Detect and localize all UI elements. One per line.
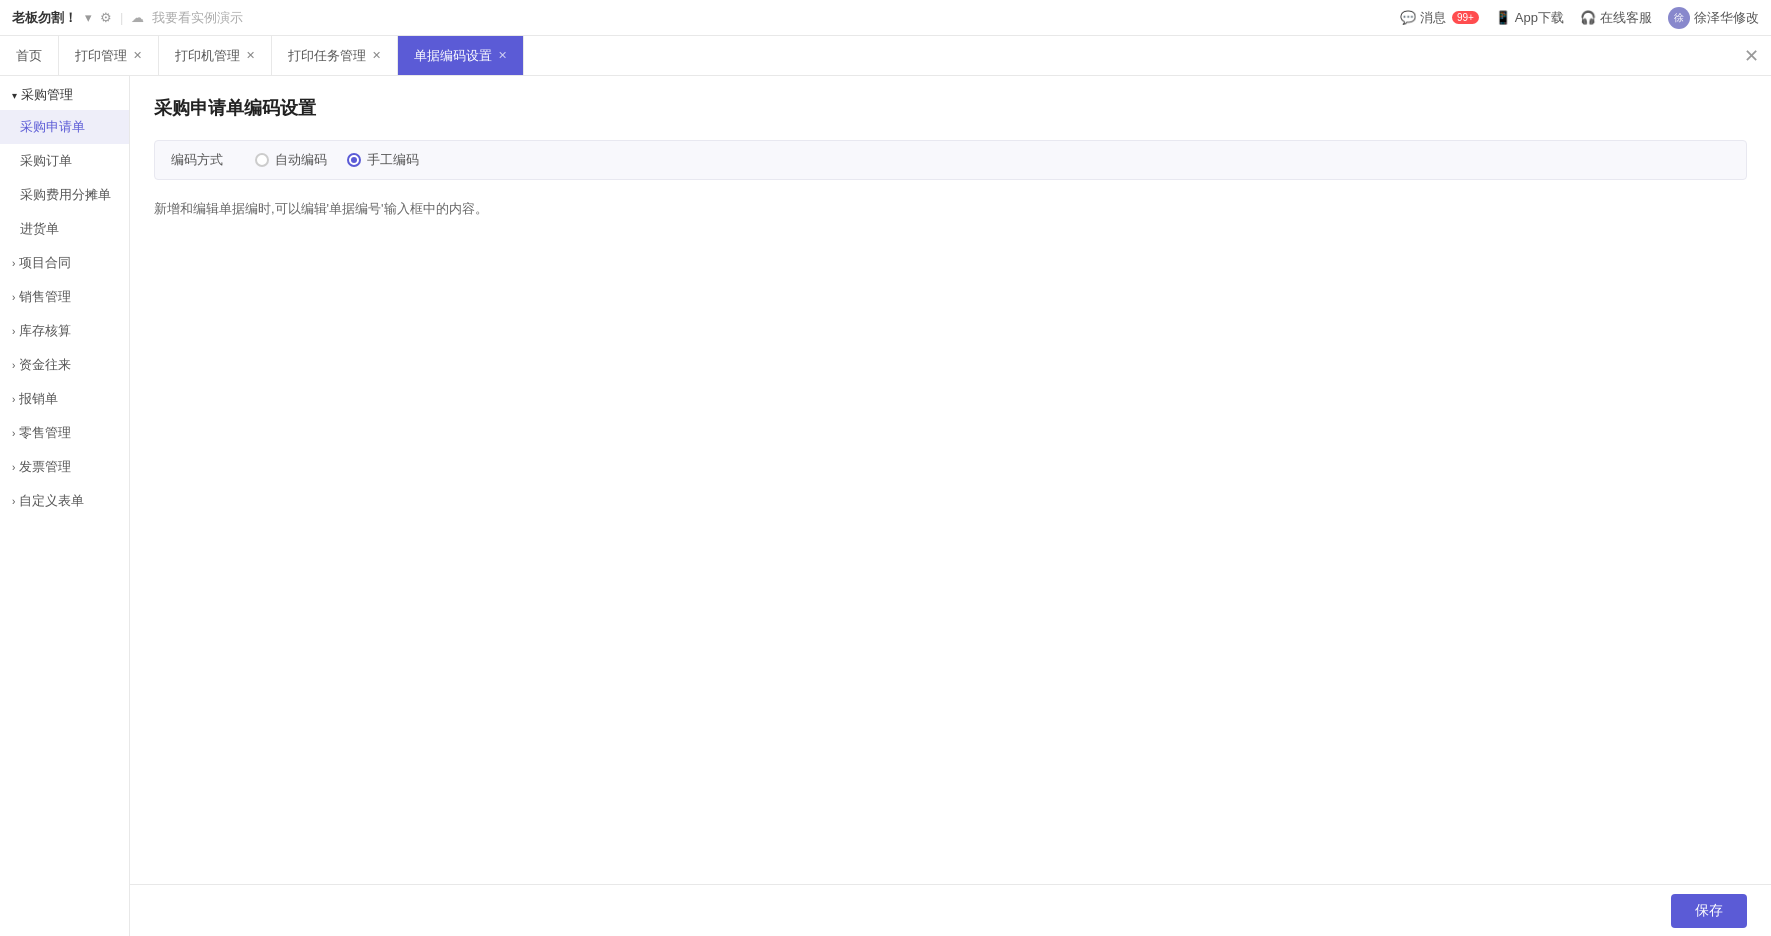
search-text[interactable]: 我要看实例演示 — [152, 9, 243, 27]
tab-printer-management-close[interactable]: ✕ — [246, 49, 255, 62]
phone-icon: 📱 — [1495, 10, 1511, 25]
sidebar: ▾ 采购管理 采购申请单 采购订单 采购费用分摊单 进货单 › 项目合同 › 销… — [0, 76, 130, 936]
chevron-down-icon: ▾ — [12, 90, 17, 101]
tab-printer-management[interactable]: 打印机管理 ✕ — [159, 36, 272, 75]
sidebar-section-retail[interactable]: › 零售管理 — [0, 416, 129, 450]
tab-barcode-settings[interactable]: 单据编码设置 ✕ — [398, 36, 524, 75]
tab-print-task-label: 打印任务管理 — [288, 47, 366, 65]
tab-home[interactable]: 首页 — [0, 36, 59, 75]
radio-auto-circle[interactable] — [255, 153, 269, 167]
top-bar: 老板勿割！ ▾ ⚙ | ☁ 我要看实例演示 💬 消息 99+ 📱 App下载 🎧… — [0, 0, 1771, 36]
radio-manual-circle[interactable] — [347, 153, 361, 167]
sidebar-section-project-label: 项目合同 — [19, 254, 71, 272]
customer-service-button[interactable]: 🎧 在线客服 — [1580, 9, 1652, 27]
page-title: 采购申请单编码设置 — [154, 96, 1747, 120]
tab-home-label: 首页 — [16, 47, 42, 65]
tab-bar-close[interactable]: ✕ — [1732, 36, 1771, 75]
encoding-method-row: 编码方式 自动编码 手工编码 — [154, 140, 1747, 180]
chevron-right-icon-sales: › — [12, 292, 15, 303]
sidebar-item-goods-receipt[interactable]: 进货单 — [0, 212, 129, 246]
main-layout: ▾ 采购管理 采购申请单 采购订单 采购费用分摊单 进货单 › 项目合同 › 销… — [0, 76, 1771, 936]
radio-manual-encoding[interactable]: 手工编码 — [347, 151, 419, 169]
sidebar-section-invoice[interactable]: › 发票管理 — [0, 450, 129, 484]
sidebar-section-purchase[interactable]: ▾ 采购管理 — [0, 76, 129, 110]
headset-icon: 🎧 — [1580, 10, 1596, 25]
messages-label: 消息 — [1420, 9, 1446, 27]
sidebar-section-expense[interactable]: › 报销单 — [0, 382, 129, 416]
sidebar-item-purchase-order[interactable]: 采购订单 — [0, 144, 129, 178]
chevron-right-icon-project: › — [12, 258, 15, 269]
sidebar-item-purchase-order-label: 采购订单 — [20, 153, 72, 168]
chevron-right-icon-invoice: › — [12, 462, 15, 473]
radio-group: 自动编码 手工编码 — [255, 151, 419, 169]
encoding-label: 编码方式 — [171, 151, 223, 169]
sidebar-section-inventory-label: 库存核算 — [19, 322, 71, 340]
tab-spacer — [524, 36, 1732, 75]
customer-service-label: 在线客服 — [1600, 9, 1652, 27]
sidebar-section-custom-label: 自定义表单 — [19, 492, 84, 510]
content-inner: 采购申请单编码设置 编码方式 自动编码 手工编码 新增和编辑单据编时,可以编辑'… — [130, 76, 1771, 884]
messages-badge: 99+ — [1452, 11, 1479, 24]
sidebar-section-custom-form[interactable]: › 自定义表单 — [0, 484, 129, 518]
tab-bar: 首页 打印管理 ✕ 打印机管理 ✕ 打印任务管理 ✕ 单据编码设置 ✕ ✕ — [0, 36, 1771, 76]
radio-auto-label: 自动编码 — [275, 151, 327, 169]
tab-print-management-close[interactable]: ✕ — [133, 49, 142, 62]
settings-icon[interactable]: ⚙ — [100, 10, 112, 25]
sidebar-section-purchase-label: 采购管理 — [21, 86, 73, 104]
save-button[interactable]: 保存 — [1671, 894, 1747, 928]
sidebar-section-retail-label: 零售管理 — [19, 424, 71, 442]
user-menu[interactable]: 徐 徐泽华修改 — [1668, 7, 1759, 29]
tab-printer-management-label: 打印机管理 — [175, 47, 240, 65]
sidebar-section-finance[interactable]: › 资金往来 — [0, 348, 129, 382]
sidebar-section-inventory[interactable]: › 库存核算 — [0, 314, 129, 348]
chevron-right-icon-custom: › — [12, 496, 15, 507]
divider: | — [120, 10, 123, 25]
chevron-right-icon-expense: › — [12, 394, 15, 405]
sidebar-section-expense-label: 报销单 — [19, 390, 58, 408]
content-footer: 保存 — [130, 884, 1771, 936]
sidebar-item-purchase-requisition[interactable]: 采购申请单 — [0, 110, 129, 144]
user-name: 徐泽华修改 — [1694, 9, 1759, 27]
sidebar-item-purchase-requisition-label: 采购申请单 — [20, 119, 85, 134]
tab-print-management[interactable]: 打印管理 ✕ — [59, 36, 159, 75]
radio-auto-encoding[interactable]: 自动编码 — [255, 151, 327, 169]
tab-print-management-label: 打印管理 — [75, 47, 127, 65]
top-bar-left: 老板勿割！ ▾ ⚙ | ☁ 我要看实例演示 — [12, 9, 243, 27]
cloud-icon: ☁ — [131, 10, 144, 25]
tab-barcode-settings-close[interactable]: ✕ — [498, 49, 507, 62]
logo-text: 老板勿割！ — [12, 9, 77, 27]
sidebar-section-project[interactable]: › 项目合同 — [0, 246, 129, 280]
sidebar-section-sales[interactable]: › 销售管理 — [0, 280, 129, 314]
chevron-right-icon-inventory: › — [12, 326, 15, 337]
sidebar-item-purchase-cost-label: 采购费用分摊单 — [20, 187, 111, 202]
chevron-right-icon-retail: › — [12, 428, 15, 439]
radio-manual-label: 手工编码 — [367, 151, 419, 169]
content-area: 采购申请单编码设置 编码方式 自动编码 手工编码 新增和编辑单据编时,可以编辑'… — [130, 76, 1771, 936]
sidebar-item-purchase-cost[interactable]: 采购费用分摊单 — [0, 178, 129, 212]
avatar-icon: 徐 — [1668, 7, 1690, 29]
chevron-right-icon-finance: › — [12, 360, 15, 371]
sidebar-item-goods-receipt-label: 进货单 — [20, 221, 59, 236]
top-bar-right: 💬 消息 99+ 📱 App下载 🎧 在线客服 徐 徐泽华修改 — [1400, 7, 1759, 29]
sidebar-section-finance-label: 资金往来 — [19, 356, 71, 374]
dropdown-icon[interactable]: ▾ — [85, 10, 92, 25]
sidebar-section-sales-label: 销售管理 — [19, 288, 71, 306]
app-download-label: App下载 — [1515, 9, 1564, 27]
messages-button[interactable]: 💬 消息 99+ — [1400, 9, 1479, 27]
tab-print-task[interactable]: 打印任务管理 ✕ — [272, 36, 398, 75]
message-icon: 💬 — [1400, 10, 1416, 25]
app-download-button[interactable]: 📱 App下载 — [1495, 9, 1564, 27]
hint-text: 新增和编辑单据编时,可以编辑'单据编号'输入框中的内容。 — [154, 200, 1747, 218]
sidebar-section-invoice-label: 发票管理 — [19, 458, 71, 476]
tab-barcode-settings-label: 单据编码设置 — [414, 47, 492, 65]
tab-print-task-close[interactable]: ✕ — [372, 49, 381, 62]
